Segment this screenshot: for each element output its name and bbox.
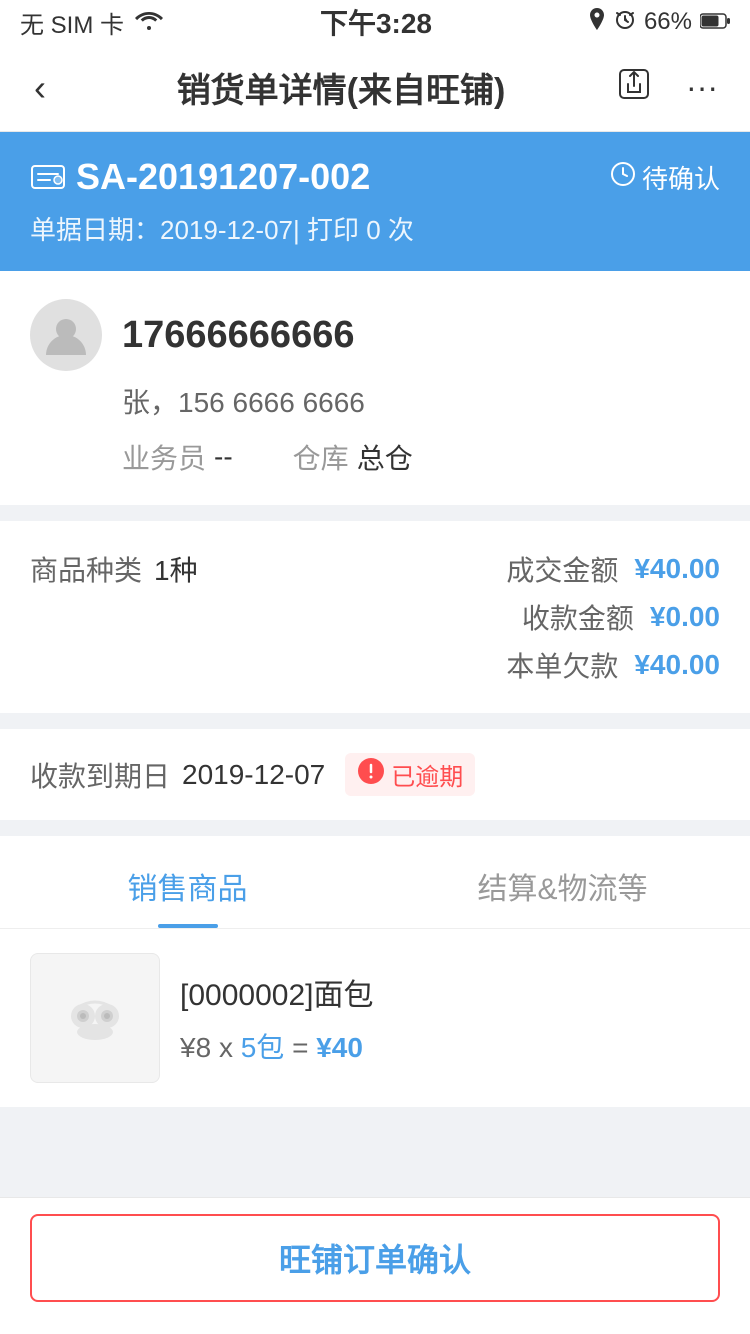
salesperson-label: 业务员: [122, 437, 206, 477]
amount-row: 成交金额 ¥40.00: [506, 549, 720, 589]
summary-row: 商品种类 1种 成交金额 ¥40.00 收款金额 ¥0.00 本单欠款 ¥40.…: [30, 549, 720, 685]
summary-right: 成交金额 ¥40.00 收款金额 ¥0.00 本单欠款 ¥40.00: [506, 549, 720, 685]
product-name: [0000002]面包: [180, 970, 720, 1014]
product-price: ¥8 x 5包 = ¥40: [180, 1026, 720, 1066]
summary-section: 商品种类 1种 成交金额 ¥40.00 收款金额 ¥0.00 本单欠款 ¥40.…: [0, 521, 750, 713]
payment-label: 收款金额: [522, 597, 634, 637]
location-icon: [588, 8, 606, 37]
debt-value: ¥40.00: [634, 649, 720, 681]
unit-price: ¥8: [180, 1032, 211, 1063]
tab-products[interactable]: 销售商品: [0, 836, 375, 928]
order-header-card: SA-20191207-002 待确认 单据日期：2019-12-07| 打印 …: [0, 132, 750, 271]
summary-left: 商品种类 1种: [30, 549, 198, 589]
battery-icon: [700, 8, 730, 36]
debt-row: 本单欠款 ¥40.00: [506, 645, 720, 685]
salesperson-item: 业务员 --: [122, 437, 233, 477]
product-image: [30, 953, 160, 1083]
equals-sign: =: [292, 1032, 308, 1063]
customer-phone: 17666666666: [122, 314, 354, 357]
warehouse-item: 仓库 总仓: [293, 437, 413, 477]
salesperson-value: --: [214, 441, 233, 473]
wifi-icon: [134, 8, 164, 37]
status-bar: 无 SIM 卡 下午3:28 66%: [0, 0, 750, 44]
customer-name: 张，156 6666 6666: [122, 381, 720, 421]
warning-icon: [357, 757, 385, 792]
customer-avatar: [30, 299, 102, 371]
order-id: SA-20191207-002: [30, 156, 370, 198]
due-date-section: 收款到期日 2019-12-07 已逾期: [0, 729, 750, 820]
battery-label: 66%: [644, 8, 692, 36]
bottom-bar: 旺铺订单确认: [0, 1197, 750, 1334]
due-date-value: 2019-12-07: [182, 759, 325, 791]
warehouse-label: 仓库: [293, 437, 349, 477]
order-meta: 单据日期：2019-12-07| 打印 0 次: [30, 210, 720, 247]
customer-meta: 业务员 -- 仓库 总仓: [122, 437, 720, 477]
product-type-count: 1种: [154, 549, 198, 589]
product-total: ¥40: [316, 1032, 363, 1063]
status-bar-right: 66%: [588, 8, 730, 37]
payment-row: 收款金额 ¥0.00: [522, 597, 720, 637]
alarm-icon: [614, 8, 636, 37]
payment-value: ¥0.00: [650, 601, 720, 633]
multiply-sign: x: [219, 1032, 233, 1063]
deal-amount-label: 成交金额: [506, 549, 618, 589]
status-text: 待确认: [642, 159, 720, 196]
product-qty: 5包: [241, 1032, 285, 1063]
clock-icon: [610, 161, 636, 194]
nav-actions: ···: [610, 60, 726, 116]
overdue-text: 已逾期: [391, 757, 463, 792]
confirm-order-button[interactable]: 旺铺订单确认: [30, 1214, 720, 1302]
carrier-label: 无 SIM 卡: [20, 5, 124, 40]
status-bar-left: 无 SIM 卡: [20, 5, 164, 40]
status-bar-time: 下午3:28: [320, 2, 432, 42]
tabs-section: 销售商品 结算&物流等: [0, 836, 750, 929]
warehouse-value: 总仓: [357, 437, 413, 477]
nav-bar: ‹ 销货单详情(来自旺铺) ···: [0, 44, 750, 132]
product-info: [0000002]面包 ¥8 x 5包 = ¥40: [180, 970, 720, 1066]
product-type-label: 商品种类: [30, 549, 142, 589]
order-header-top: SA-20191207-002 待确认: [30, 156, 720, 198]
product-item: [0000002]面包 ¥8 x 5包 = ¥40: [0, 929, 750, 1107]
overdue-badge: 已逾期: [345, 753, 475, 796]
order-status: 待确认: [610, 159, 720, 196]
back-button[interactable]: ‹: [24, 57, 56, 119]
tab-settlement[interactable]: 结算&物流等: [375, 836, 750, 928]
share-button[interactable]: [610, 60, 658, 116]
deal-amount-value: ¥40.00: [634, 553, 720, 585]
more-button[interactable]: ···: [678, 61, 726, 114]
customer-top: 17666666666: [30, 299, 720, 371]
debt-label: 本单欠款: [506, 645, 618, 685]
customer-section: 17666666666 张，156 6666 6666 业务员 -- 仓库 总仓: [0, 271, 750, 505]
due-label: 收款到期日: [30, 755, 170, 795]
page-title: 销货单详情(来自旺铺): [72, 63, 610, 112]
